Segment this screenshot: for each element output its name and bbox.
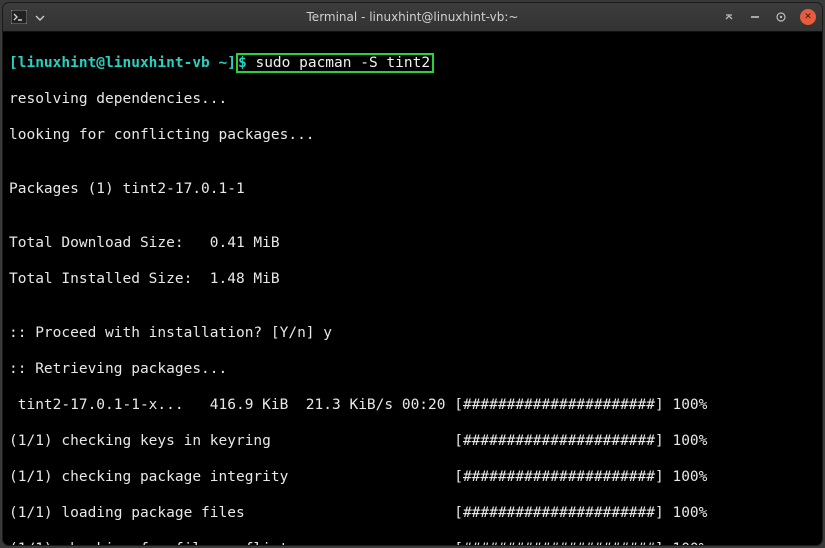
output-line: resolving dependencies... (9, 90, 816, 108)
prompt-sigil: $ (238, 55, 255, 71)
output-line: tint2-17.0.1-1-x... 416.9 KiB 21.3 KiB/s… (9, 396, 816, 414)
titlebar: Terminal - linuxhint@linuxhint-vb:~ (3, 3, 822, 32)
output-line: Total Installed Size: 1.48 MiB (9, 270, 816, 288)
output-line: Packages (1) tint2-17.0.1-1 (9, 180, 816, 198)
close-button[interactable] (800, 9, 816, 25)
command-text: sudo pacman -S tint2 (255, 55, 430, 71)
terminal-viewport[interactable]: [linuxhint@linuxhint-vb ~]$ sudo pacman … (3, 31, 822, 545)
output-line: (1/1) checking for file conflicts [#####… (9, 540, 816, 545)
output-line: (1/1) checking keys in keyring [########… (9, 432, 816, 450)
window-title: Terminal - linuxhint@linuxhint-vb:~ (3, 10, 822, 24)
output-line: :: Retrieving packages... (9, 360, 816, 378)
prompt-cwd: ~ (210, 55, 227, 71)
output-line: looking for conflicting packages... (9, 126, 816, 144)
highlighted-command: $ sudo pacman -S tint2 (236, 53, 434, 73)
chevron-down-icon[interactable] (35, 10, 45, 24)
minimize-button[interactable] (748, 10, 762, 24)
output-line: Total Download Size: 0.41 MiB (9, 234, 816, 252)
maximize-button[interactable] (774, 10, 788, 24)
titlebar-left (3, 10, 45, 24)
output-line: (1/1) checking package integrity [######… (9, 468, 816, 486)
caret-up-icon[interactable] (722, 10, 736, 24)
prompt-line-1: [linuxhint@linuxhint-vb ~]$ sudo pacman … (9, 54, 816, 72)
output-line: :: Proceed with installation? [Y/n] y (9, 324, 816, 342)
output-line: (1/1) loading package files [###########… (9, 504, 816, 522)
window-controls (722, 9, 816, 25)
prompt-user-host: [linuxhint@linuxhint-vb (9, 55, 210, 71)
terminal-window: Terminal - linuxhint@linuxhint-vb:~ [lin… (3, 3, 822, 545)
prompt-end: ] (227, 55, 236, 71)
terminal-icon (11, 10, 27, 24)
